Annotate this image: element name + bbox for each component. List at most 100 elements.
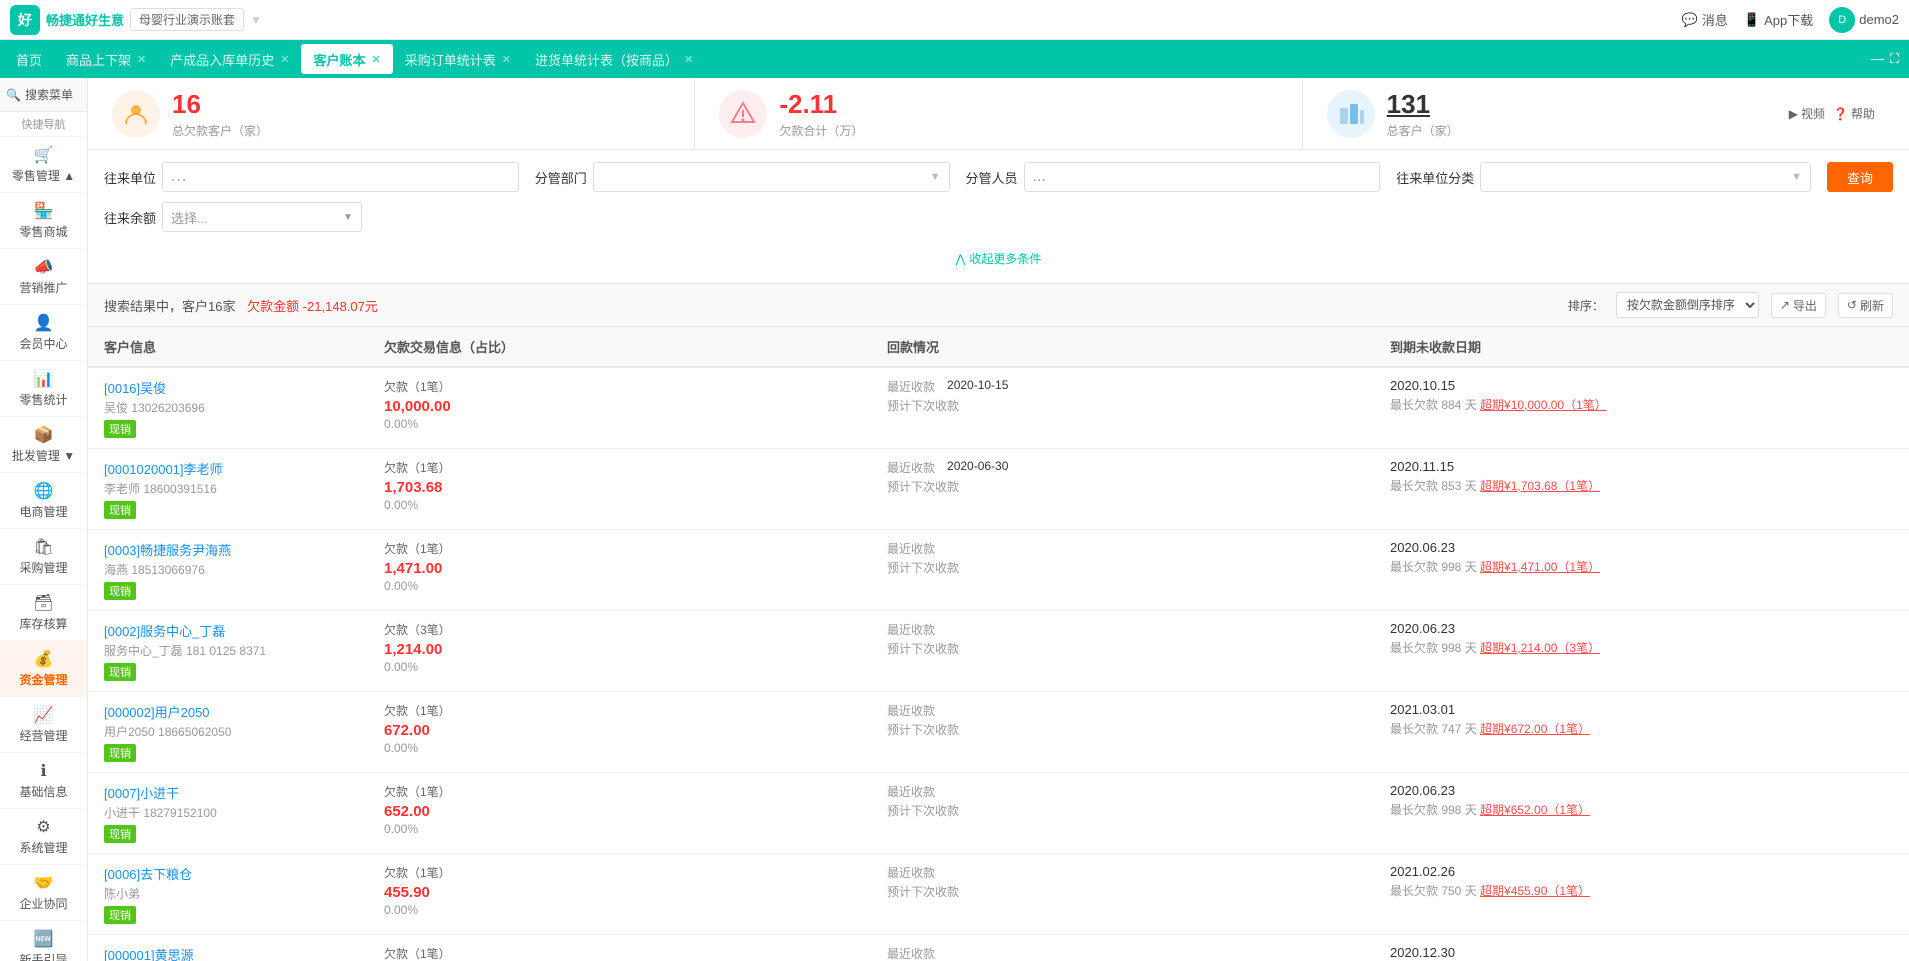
sidebar-item-ecommerce[interactable]: 🌐 电商管理	[0, 473, 87, 529]
video-btn[interactable]: ▶ 视频	[1789, 105, 1825, 122]
customer-sub-1: 李老师 18600391516	[104, 480, 384, 497]
sidebar-item-system-mgmt[interactable]: ⚙ 系统管理	[0, 809, 87, 865]
balance-dropdown[interactable]: 选择... ▼	[162, 202, 362, 232]
debt-info-5: 欠款（1笔） 652.00 0.00%	[384, 783, 887, 836]
search-menu-btn[interactable]: 🔍 搜索菜单	[0, 78, 87, 112]
tab-maximize-btn[interactable]: ⛶	[1890, 51, 1899, 67]
recovery-next-5: 预计下次收款	[887, 802, 1390, 819]
export-btn[interactable]: ↗ 导出	[1771, 293, 1826, 318]
debt-amount-2: 1,471.00	[384, 560, 887, 577]
stats-bar: 16 总欠款客户（家） -2.11 欠款合计（万）	[88, 78, 1909, 150]
customer-name-4[interactable]: [000002]用户2050	[104, 705, 210, 720]
message-btn[interactable]: 💬 消息	[1682, 10, 1728, 29]
overdue-link-6[interactable]: 超期¥455.90（1笔）	[1480, 884, 1590, 898]
filter-unit-class: 往来单位分类 ▼	[1396, 162, 1811, 192]
overdue-link-4[interactable]: 超期¥672.00（1笔）	[1480, 722, 1590, 736]
filter-area: 往来单位 ... 分管部门 ▼ 分管人员 ...	[88, 150, 1909, 284]
due-days-4: 最长欠款 747 天 超期¥672.00（1笔）	[1390, 720, 1893, 737]
customer-name-1[interactable]: [0001020001]李老师	[104, 462, 223, 477]
recovery-next-1: 预计下次收款	[887, 478, 1390, 495]
sidebar-nav-label: 快捷导航	[0, 112, 87, 137]
col-header-due: 到期未收款日期	[1390, 337, 1893, 356]
tab-home[interactable]: 首页	[4, 44, 54, 74]
table-row: [0006]去下粮仓 陈小弟 现销 欠款（1笔） 455.90 0.00% 最近…	[88, 854, 1909, 935]
customer-sub-0: 吴俊 13026203696	[104, 399, 384, 416]
overdue-link-0[interactable]: 超期¥10,000.00（1笔）	[1480, 398, 1607, 412]
sidebar-item-new-guide[interactable]: 🆕 新手引导	[0, 921, 87, 961]
tab-close-product-off[interactable]: ✕	[137, 53, 146, 66]
overdue-link-1[interactable]: 超期¥1,703.68（1笔）	[1480, 479, 1600, 493]
refresh-btn[interactable]: ↺ 刷新	[1838, 293, 1893, 318]
stat-info-total: 131 总客户（家）	[1387, 89, 1459, 139]
overdue-link-2[interactable]: 超期¥1,471.00（1笔）	[1480, 560, 1600, 574]
customer-name-3[interactable]: [0002]服务中心_丁磊	[104, 624, 225, 639]
help-btn[interactable]: ❓ 帮助	[1833, 105, 1875, 122]
unit-class-label: 往来单位分类	[1396, 168, 1474, 187]
collapse-filters-btn[interactable]: ⋀ 收起更多条件	[948, 246, 1050, 271]
table-row: [0002]服务中心_丁磊 服务中心_丁磊 181 0125 8371 现销 欠…	[88, 611, 1909, 692]
sidebar-item-capital-mgmt[interactable]: 💰 资金管理	[0, 641, 87, 697]
customer-name-0[interactable]: [0016]吴俊	[104, 381, 166, 396]
retail-store-icon: 🏪	[6, 201, 81, 221]
tab-produce-history[interactable]: 产成品入库单历史 ✕	[158, 44, 301, 74]
customer-name-7[interactable]: [000001]黄思源	[104, 948, 194, 961]
unit-class-dropdown-arrow[interactable]: ▼	[1791, 171, 1802, 183]
help-icon: ❓	[1833, 107, 1848, 121]
stat-icon-total	[1327, 90, 1375, 138]
sidebar-item-retail-stats[interactable]: 📊 零售统计	[0, 361, 87, 417]
sidebar-item-batch-mgmt[interactable]: 📦 批发管理 ▼	[0, 417, 87, 473]
customer-name-2[interactable]: [0003]畅捷服务尹海燕	[104, 543, 231, 558]
customer-name-6[interactable]: [0006]去下粮仓	[104, 867, 192, 882]
due-days-0: 最长欠款 884 天 超期¥10,000.00（1笔）	[1390, 396, 1893, 413]
debt-title-7: 欠款（1笔）	[384, 945, 887, 961]
due-info-4: 2021.03.01 最长欠款 747 天 超期¥672.00（1笔）	[1390, 702, 1893, 737]
tab-close-inbound-stats[interactable]: ✕	[684, 53, 693, 66]
tab-purchase-order[interactable]: 采购订单统计表 ✕	[393, 44, 523, 74]
due-info-6: 2021.02.26 最长欠款 750 天 超期¥455.90（1笔）	[1390, 864, 1893, 899]
debt-info-4: 欠款（1笔） 672.00 0.00%	[384, 702, 887, 755]
tab-close-customer-account[interactable]: ✕	[372, 53, 381, 66]
due-date-1: 2020.11.15	[1390, 459, 1893, 474]
system-name[interactable]: 母婴行业演示账套	[130, 8, 244, 31]
sidebar-item-marketing[interactable]: 📣 营销推广	[0, 249, 87, 305]
sort-select[interactable]: 按欠款金额倒序排序	[1616, 292, 1759, 318]
app-download-btn[interactable]: 📱 App下载	[1744, 10, 1813, 29]
table-row: [0007]小进干 小进干 18279152100 现销 欠款（1笔） 652.…	[88, 773, 1909, 854]
system-dropdown-arrow[interactable]: ▼	[250, 13, 262, 27]
sidebar-item-member-center[interactable]: 👤 会员中心	[0, 305, 87, 361]
user-avatar-btn[interactable]: D demo2	[1829, 7, 1899, 33]
sidebar-item-inventory[interactable]: 🗃 库存核算	[0, 585, 87, 641]
debt-info-3: 欠款（3笔） 1,214.00 0.00%	[384, 621, 887, 674]
sidebar-item-enterprise-collab[interactable]: 🤝 企业协同	[0, 865, 87, 921]
tab-close-produce-history[interactable]: ✕	[280, 53, 289, 66]
sidebar-item-retail-store[interactable]: 🏪 零售商城	[0, 193, 87, 249]
sidebar-item-retail-mgmt[interactable]: 🛒 零售管理 ▲	[0, 137, 87, 193]
tab-minimize-btn[interactable]: —	[1871, 51, 1884, 67]
overdue-link-3[interactable]: 超期¥1,214.00（3笔）	[1480, 641, 1600, 655]
stat-label-customers: 总欠款客户（家）	[172, 122, 268, 139]
manager-dots[interactable]: ...	[1033, 168, 1046, 186]
table-header: 客户信息 欠款交易信息（占比） 回款情况 到期未收款日期	[88, 327, 1909, 368]
recovery-last-0: 最近收款 2020-10-15	[887, 378, 1390, 395]
tab-close-purchase-order[interactable]: ✕	[502, 53, 511, 66]
debt-summary: 欠款金额 -21,148.07元	[247, 299, 378, 314]
search-button[interactable]: 查询	[1827, 162, 1893, 192]
tab-inbound-stats[interactable]: 进货单统计表（按商品） ✕	[523, 44, 705, 74]
dept-dropdown-arrow[interactable]: ▼	[930, 171, 941, 183]
overdue-link-5[interactable]: 超期¥652.00（1笔）	[1480, 803, 1590, 817]
due-date-4: 2021.03.01	[1390, 702, 1893, 717]
col-header-customer: 客户信息	[104, 337, 384, 356]
stat-number-customers: 16	[172, 89, 268, 120]
tab-customer-account[interactable]: 客户账本 ✕	[301, 44, 392, 74]
customer-name-5[interactable]: [0007]小进干	[104, 786, 179, 801]
customer-sub-3: 服务中心_丁磊 181 0125 8371	[104, 642, 384, 659]
filter-dept: 分管部门 ▼	[535, 162, 950, 192]
customer-sub-5: 小进干 18279152100	[104, 804, 384, 821]
table-row: [0016]吴俊 吴俊 13026203696 现销 欠款（1笔） 10,000…	[88, 368, 1909, 449]
sidebar-item-basic-info[interactable]: ℹ 基础信息	[0, 753, 87, 809]
from-unit-dots[interactable]: ...	[171, 168, 187, 186]
sidebar: 🔍 搜索菜单 快捷导航 🛒 零售管理 ▲ 🏪 零售商城 📣 营销推广 👤 会员中…	[0, 78, 88, 961]
sidebar-item-operation-mgmt[interactable]: 📈 经营管理	[0, 697, 87, 753]
tab-product-off[interactable]: 商品上下架 ✕	[54, 44, 158, 74]
sidebar-item-purchase-mgmt[interactable]: 🛍 采购管理	[0, 529, 87, 585]
